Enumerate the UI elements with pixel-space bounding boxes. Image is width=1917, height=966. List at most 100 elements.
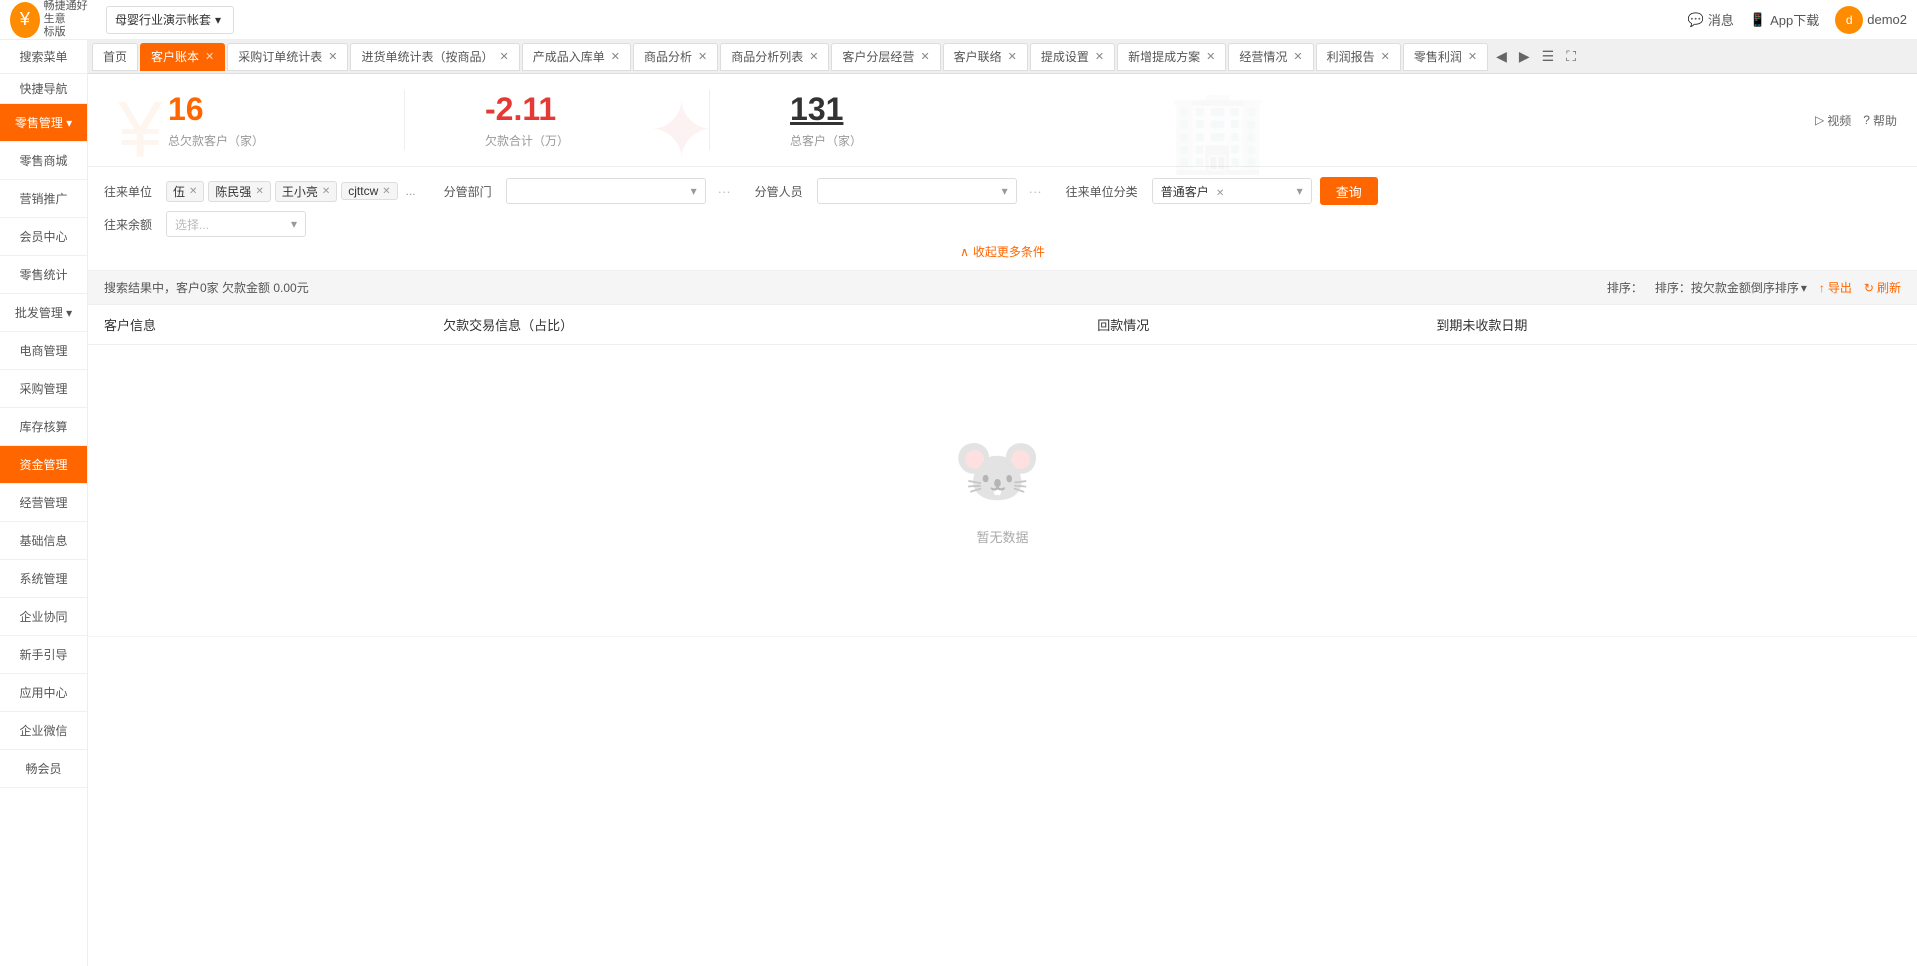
tab-close-零售利润[interactable]: ✕ xyxy=(1468,50,1477,63)
tab-利润报告[interactable]: 利润报告 ✕ xyxy=(1316,43,1401,71)
message-button[interactable]: 💬 消息 xyxy=(1688,10,1734,29)
sidebar-item-企业协同[interactable]: 企业协同 xyxy=(0,598,87,636)
filter-tag-cjttcw[interactable]: cjttcw ✕ xyxy=(341,182,397,200)
tab-close-提成设置[interactable]: ✕ xyxy=(1095,50,1104,63)
tab-close-客户账本[interactable]: ✕ xyxy=(205,50,214,63)
sidebar-item-营销推广[interactable]: 营销推广 xyxy=(0,180,87,218)
tab-close-采购订单统计表[interactable]: ✕ xyxy=(328,50,337,63)
filter-往来单位-label: 往来单位 xyxy=(104,183,152,200)
query-button[interactable]: 查询 xyxy=(1320,177,1378,205)
filter-bar: 往来单位 伍 ✕ 陈民强 ✕ 王小亮 xyxy=(88,167,1917,271)
sidebar-item-零售商城[interactable]: 零售商城 xyxy=(0,142,87,180)
tag-close-cjttcw[interactable]: ✕ xyxy=(382,186,390,197)
tag-close-王小亮[interactable]: ✕ xyxy=(322,186,330,197)
tab-经营情况[interactable]: 经营情况 ✕ xyxy=(1228,43,1313,71)
tab-nav-menu[interactable]: ☰ xyxy=(1536,43,1561,71)
tab-close-产成品入库单[interactable]: ✕ xyxy=(611,50,620,63)
tab-close-进货单统计表[interactable]: ✕ xyxy=(500,50,509,63)
collapse-button[interactable]: ∧ 收起更多条件 xyxy=(960,243,1045,260)
stat-block-debt-total: -2.11 欠款合计（万） xyxy=(485,91,569,149)
tab-采购订单统计表[interactable]: 采购订单统计表 ✕ xyxy=(227,43,348,71)
tab-客户联络[interactable]: 客户联络 ✕ xyxy=(943,43,1028,71)
filter-tag-陈民强[interactable]: 陈民强 ✕ xyxy=(208,181,270,202)
tab-商品分析[interactable]: 商品分析 ✕ xyxy=(633,43,718,71)
sidebar-item-经营管理[interactable]: 经营管理 xyxy=(0,484,87,522)
sidebar-quick-nav[interactable]: 快捷导航 xyxy=(0,74,87,104)
tab-新增提成方案[interactable]: 新增提成方案 ✕ xyxy=(1117,43,1226,71)
tab-close-经营情况[interactable]: ✕ xyxy=(1293,50,1302,63)
logo-icon: ¥ xyxy=(10,2,40,38)
tab-客户分层经营[interactable]: 客户分层经营 ✕ xyxy=(831,43,940,71)
filter-分管部门-select[interactable]: ▾ xyxy=(506,178,706,204)
sidebar-item-畅会员[interactable]: 畅会员 xyxy=(0,750,87,788)
tab-nav-right[interactable]: ▶ xyxy=(1513,43,1536,71)
tag-close-普通客户[interactable]: ✕ xyxy=(1216,188,1224,199)
sidebar-item-企业微信[interactable]: 企业微信 xyxy=(0,712,87,750)
more-tags-button[interactable]: ... xyxy=(402,183,420,199)
no-data-icon: 🐭 xyxy=(953,435,1053,507)
filter-往来单位分类-select[interactable]: 普通客户 ✕ ▾ xyxy=(1152,178,1312,204)
sidebar-item-会员中心[interactable]: 会员中心 xyxy=(0,218,87,256)
filter-tag-伍[interactable]: 伍 ✕ xyxy=(166,181,204,202)
sidebar-search[interactable]: 搜索菜单 xyxy=(0,40,87,74)
filter-分管人员-label: 分管人员 xyxy=(755,183,803,200)
collapse-section: ∧ 收起更多条件 xyxy=(104,243,1901,260)
filter-分管人员-more[interactable]: ··· xyxy=(1029,184,1042,199)
tab-零售利润[interactable]: 零售利润 ✕ xyxy=(1403,43,1488,71)
filter-分管人员-select[interactable]: ▾ xyxy=(817,178,1017,204)
tab-商品分析列表[interactable]: 商品分析列表 ✕ xyxy=(720,43,829,71)
filter-tag-王小亮[interactable]: 王小亮 ✕ xyxy=(275,181,337,202)
tab-客户账本[interactable]: 客户账本 ✕ xyxy=(140,43,225,71)
tag-close-伍[interactable]: ✕ xyxy=(189,186,197,197)
page-content: ¥ ✦ 🏢 16 总欠款客户（家） -2.11 欠款合计（万） 131 xyxy=(88,74,1917,966)
results-bar: 搜索结果中，客户0家 欠款金额 0.00元 排序： 排序：按欠款金额倒序排序 ▾… xyxy=(88,271,1917,305)
tab-进货单统计表[interactable]: 进货单统计表（按商品） ✕ xyxy=(350,43,519,71)
sidebar-item-库存核算[interactable]: 库存核算 xyxy=(0,408,87,446)
stat-bg-icon-1: ¥ xyxy=(118,84,163,176)
table-body: 🐭 暂无数据 xyxy=(88,345,1917,637)
tab-close-客户分层经营[interactable]: ✕ xyxy=(920,50,929,63)
empty-state: 🐭 暂无数据 xyxy=(104,355,1901,626)
tab-close-利润报告[interactable]: ✕ xyxy=(1381,50,1390,63)
filter-往来单位分类-label: 往来单位分类 xyxy=(1066,183,1138,200)
sidebar-item-新手引导[interactable]: 新手引导 xyxy=(0,636,87,674)
sidebar-item-电商管理[interactable]: 电商管理 xyxy=(0,332,87,370)
top-right-actions: 💬 消息 📱 App下载 d demo2 xyxy=(1688,6,1907,34)
export-button[interactable]: ↑ 导出 xyxy=(1819,279,1852,296)
sidebar-item-批发管理[interactable]: 批发管理 ▾ xyxy=(0,294,87,332)
tab-close-商品分析列表[interactable]: ✕ xyxy=(809,50,818,63)
help-button[interactable]: ? 帮助 xyxy=(1863,112,1897,129)
tab-fullscreen[interactable]: ⛶ xyxy=(1560,43,1582,71)
tab-提成设置[interactable]: 提成设置 ✕ xyxy=(1030,43,1115,71)
tab-首页[interactable]: 首页 xyxy=(92,43,138,71)
app-download-button[interactable]: 📱 App下载 xyxy=(1750,10,1819,29)
avatar: d xyxy=(1835,6,1863,34)
tab-close-客户联络[interactable]: ✕ xyxy=(1008,50,1017,63)
stat-total-customers-label: 总客户（家） xyxy=(790,132,862,149)
sidebar-item-基础信息[interactable]: 基础信息 xyxy=(0,522,87,560)
video-button[interactable]: ▷ 视频 xyxy=(1815,112,1851,129)
tab-nav-left[interactable]: ◀ xyxy=(1490,43,1513,71)
tab-close-新增提成方案[interactable]: ✕ xyxy=(1206,50,1215,63)
sidebar-item-零售管理[interactable]: 零售管理 ▾ xyxy=(0,104,87,142)
sort-label: 排序： xyxy=(1607,279,1643,296)
stat-debt-total-value: -2.11 xyxy=(485,91,556,128)
user-menu[interactable]: d demo2 xyxy=(1835,6,1907,34)
filter-分管部门-more[interactable]: ··· xyxy=(718,184,731,199)
sidebar-item-采购管理[interactable]: 采购管理 xyxy=(0,370,87,408)
sort-button[interactable]: 排序：按欠款金额倒序排序 ▾ xyxy=(1655,279,1807,296)
sidebar-item-系统管理[interactable]: 系统管理 xyxy=(0,560,87,598)
store-selector[interactable]: 母婴行业演示帐套 ▾ xyxy=(106,6,234,34)
empty-row: 🐭 暂无数据 xyxy=(88,345,1917,637)
col-回款情况: 回款情况 xyxy=(1081,305,1420,345)
sidebar-item-资金管理[interactable]: 资金管理 xyxy=(0,446,87,484)
sidebar-item-零售统计[interactable]: 零售统计 xyxy=(0,256,87,294)
refresh-button[interactable]: ↻ 刷新 xyxy=(1864,279,1901,296)
tag-close-陈民强[interactable]: ✕ xyxy=(255,186,263,197)
tab-产成品入库单[interactable]: 产成品入库单 ✕ xyxy=(522,43,631,71)
filter-往来余额-select[interactable]: 选择... ▾ xyxy=(166,211,306,237)
stats-bar: ¥ ✦ 🏢 16 总欠款客户（家） -2.11 欠款合计（万） 131 xyxy=(88,74,1917,167)
empty-icon: 🐭 xyxy=(953,435,1053,515)
sidebar-item-应用中心[interactable]: 应用中心 xyxy=(0,674,87,712)
tab-close-商品分析[interactable]: ✕ xyxy=(698,50,707,63)
